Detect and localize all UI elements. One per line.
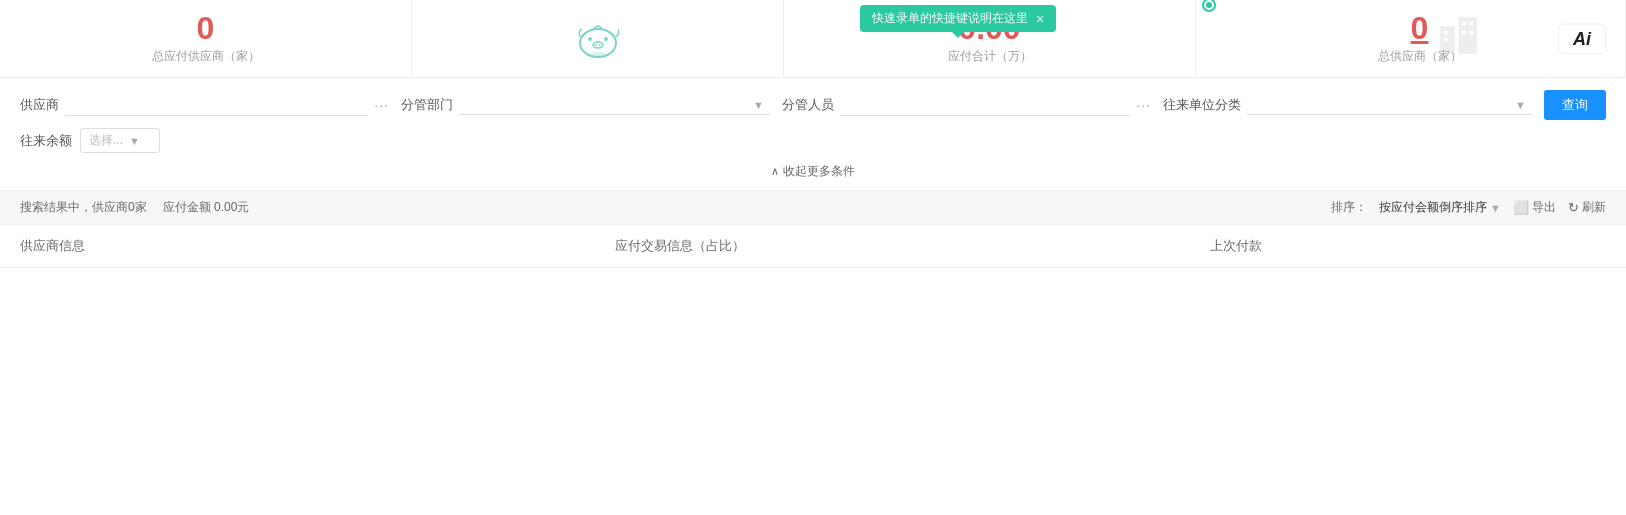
svg-point-3 [593,42,603,48]
unit-category-select[interactable]: ▼ [1247,96,1532,115]
refresh-label: 刷新 [1582,199,1606,216]
tooltip-anchor-dot [1204,0,1214,10]
collapse-up-icon: ∧ [771,165,779,178]
supplier-count-label: 搜索结果中，供应商0家 [20,199,147,216]
filter-row-2: 往来余额 选择... ▼ [20,128,1606,159]
table-header: 供应商信息 应付交易信息（占比） 上次付款 [0,225,1626,268]
export-button[interactable]: ⬜ 导出 [1513,199,1556,216]
balance-arrow-icon: ▼ [129,135,140,147]
svg-point-6 [588,52,608,58]
export-icon: ⬜ [1513,200,1529,215]
col-payable-header: 应付交易信息（占比） [615,237,1210,255]
ai-badge: Ai [1558,23,1606,54]
collapse-label: 收起更多条件 [783,163,855,180]
balance-placeholder: 选择... [89,132,123,149]
tooltip-close-btn[interactable]: × [1036,12,1044,26]
search-button[interactable]: 查询 [1544,90,1606,120]
total-payable-supplier-label: 总应付供应商（家） [152,48,260,65]
svg-rect-13 [1462,31,1466,35]
filter-manager: 分管人员 ··· [782,94,1151,116]
unit-category-arrow-icon: ▼ [1515,99,1526,111]
svg-point-4 [595,44,597,46]
refresh-icon: ↻ [1568,200,1579,215]
table-area: 供应商信息 应付交易信息（占比） 上次付款 [0,225,1626,515]
col-lastpay-header: 上次付款 [1210,237,1607,255]
summary-total-payable-supplier: 0 总应付供应商（家） [0,0,412,77]
result-bar-left: 搜索结果中，供应商0家 应付金额 0.00元 [20,199,249,216]
manager-input[interactable] [840,94,1130,116]
result-bar-right: 排序： 按应付会额倒序排序 ▼ ⬜ 导出 ↻ 刷新 [1331,199,1606,216]
department-select[interactable]: ▼ [459,96,770,115]
department-label: 分管部门 [401,96,453,114]
payable-amount-label: 应付金额 0.00元 [163,199,250,216]
supplier-label: 供应商 [20,96,59,114]
svg-point-5 [599,44,601,46]
filter-area: 供应商 ··· 分管部门 ▼ 分管人员 ··· 往来单位分类 ▼ 查询 往来 [0,78,1626,191]
result-bar: 搜索结果中，供应商0家 应付金额 0.00元 排序： 按应付会额倒序排序 ▼ ⬜… [0,191,1626,225]
refresh-button[interactable]: ↻ 刷新 [1568,199,1606,216]
svg-rect-11 [1462,22,1466,26]
supplier-input[interactable] [65,94,368,116]
svg-rect-12 [1470,22,1474,26]
pig-icon [568,9,628,69]
balance-label: 往来余额 [20,132,72,150]
tooltip-text: 快速录单的快捷键说明在这里 [872,10,1028,27]
svg-point-1 [588,37,592,41]
col-supplier-header: 供应商信息 [20,237,615,255]
supplier-dots[interactable]: ··· [374,97,389,113]
filter-supplier: 供应商 ··· [20,94,389,116]
export-label: 导出 [1532,199,1556,216]
svg-rect-8 [1459,17,1477,54]
sort-select[interactable]: 按应付会额倒序排序 ▼ [1379,199,1501,216]
sort-arrow-icon: ▼ [1490,202,1501,214]
sort-prefix: 排序： [1331,199,1367,216]
payable-total-label: 应付合计（万） [948,48,1032,65]
summary-pig-icon-area [412,0,784,77]
svg-rect-9 [1444,31,1448,35]
empty-table-area [0,268,1626,515]
manager-label: 分管人员 [782,96,834,114]
department-arrow-icon: ▼ [753,99,764,111]
total-payable-supplier-value: 0 [197,12,215,44]
svg-rect-10 [1444,38,1448,42]
filter-row-1: 供应商 ··· 分管部门 ▼ 分管人员 ··· 往来单位分类 ▼ 查询 [20,90,1606,120]
manager-dots[interactable]: ··· [1136,97,1151,113]
balance-select[interactable]: 选择... ▼ [80,128,160,153]
sort-option-label: 按应付会额倒序排序 [1379,199,1487,216]
summary-bar: 0 总应付供应商（家） 0.00 应付合计（万） 快速录单的快捷键说明在这里 × [0,0,1626,78]
tooltip-bubble: 快速录单的快捷键说明在这里 × [860,5,1056,32]
svg-rect-14 [1470,31,1474,35]
filter-unit-category: 往来单位分类 ▼ [1163,96,1532,115]
collapse-btn[interactable]: ∧ 收起更多条件 [755,159,871,184]
building-icon [1431,8,1486,63]
unit-category-label: 往来单位分类 [1163,96,1241,114]
total-supplier-value: 0 [1411,12,1429,44]
filter-department: 分管部门 ▼ [401,96,770,115]
svg-point-2 [604,37,608,41]
